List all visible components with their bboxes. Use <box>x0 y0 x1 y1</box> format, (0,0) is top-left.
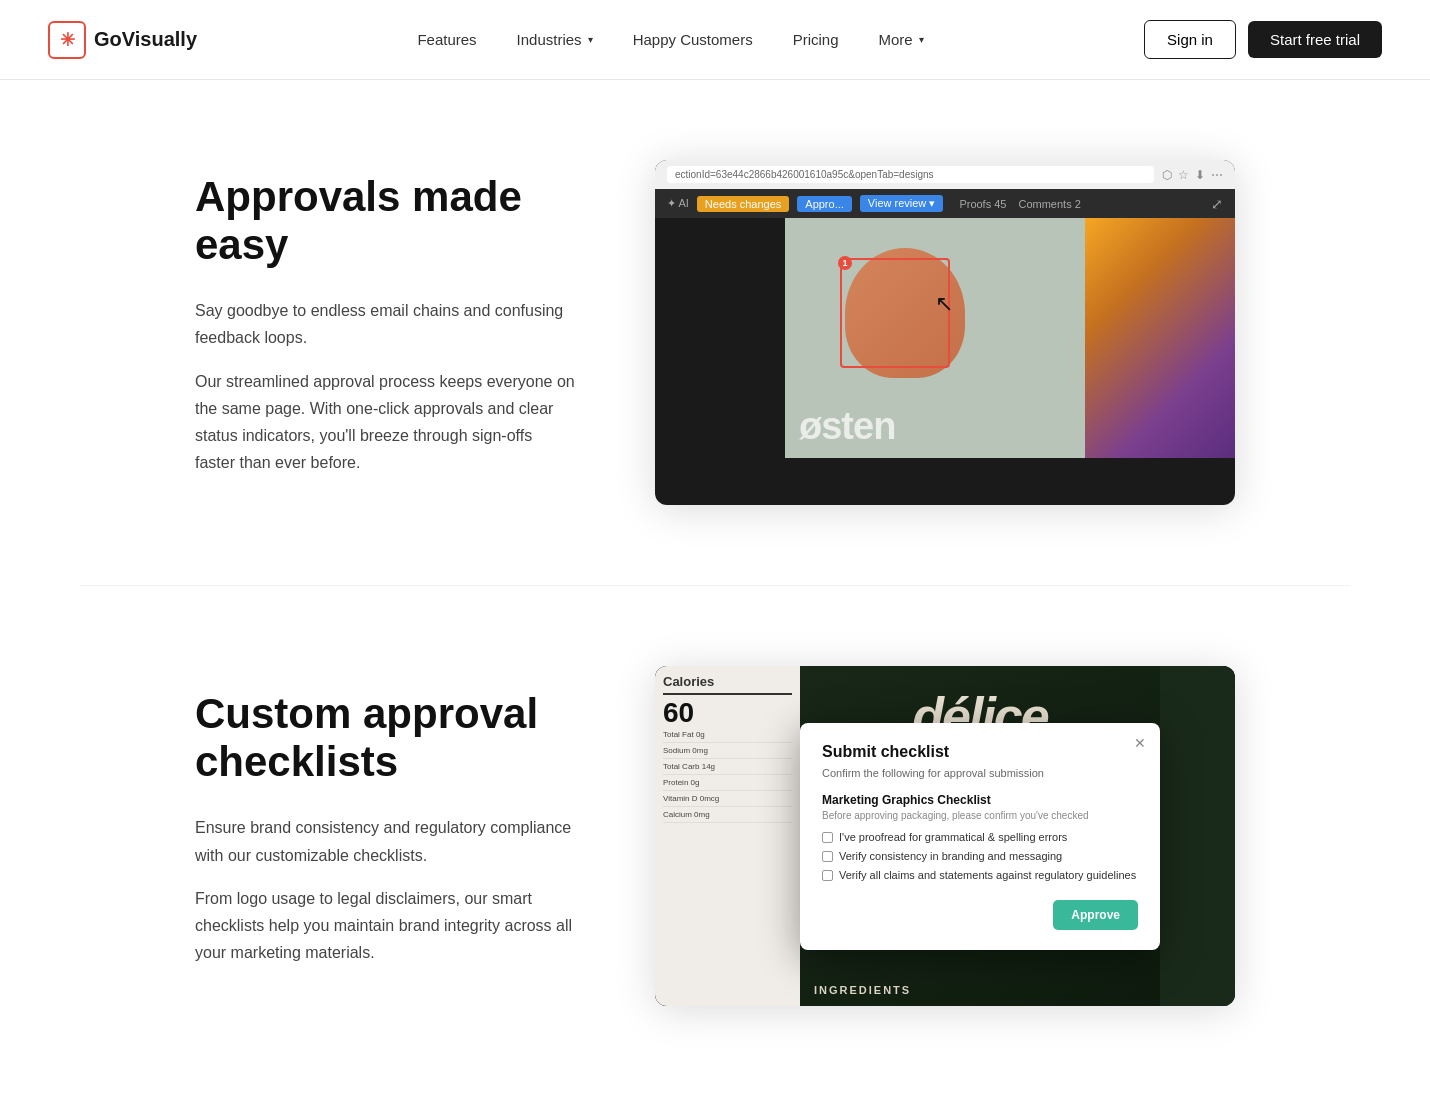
screenshot-checklists: Calories 60 Total Fat 0g Sodium 0mg Tota… <box>655 666 1235 1006</box>
checklist-modal: ✕ Submit checklist Confirm the following… <box>800 723 1160 950</box>
section-checklists: Custom approval checklists Ensure brand … <box>115 586 1315 1086</box>
nutrition-row-2: Sodium 0mg <box>663 743 792 759</box>
checklist-item-1-label: I've proofread for grammatical & spellin… <box>839 831 1067 843</box>
app-tabs-bar: ✦ AI Needs changes Appro... View review … <box>655 189 1235 218</box>
logo[interactable]: ✳ GoVisually <box>48 21 197 59</box>
browser-bar: ectionId=63e44c2866b426001610a95c&openTa… <box>655 160 1235 189</box>
ingredients-label: INGREDIENTS <box>814 984 911 996</box>
checkbox-3[interactable] <box>822 870 833 881</box>
nutrition-row-1: Total Fat 0g <box>663 727 792 743</box>
canvas-area: 1 ↖ østen <box>655 218 1235 458</box>
section-checklists-title: Custom approval checklists <box>195 690 575 787</box>
share-icon[interactable]: ⤢ <box>1211 196 1223 212</box>
star-icon: ☆ <box>1178 168 1189 182</box>
modal-footer: Approve <box>822 888 1138 930</box>
browser-icons: ⬡ ☆ ⬇ ⋯ <box>1162 168 1223 182</box>
approve-button[interactable]: Approve <box>1053 900 1138 930</box>
modal-title: Submit checklist <box>822 743 1138 761</box>
checklist-item-2: Verify consistency in branding and messa… <box>822 850 1138 862</box>
start-trial-button[interactable]: Start free trial <box>1248 21 1382 58</box>
nav-pricing[interactable]: Pricing <box>775 23 857 56</box>
section-checklists-para1: Ensure brand consistency and regulatory … <box>195 814 575 868</box>
signin-button[interactable]: Sign in <box>1144 20 1236 59</box>
nav-features[interactable]: Features <box>399 23 494 56</box>
tab-needs-changes[interactable]: Needs changes <box>697 196 789 212</box>
tab-view-review[interactable]: View review ▾ <box>860 195 944 212</box>
checkbox-1[interactable] <box>822 832 833 843</box>
checkbox-2[interactable] <box>822 851 833 862</box>
tab-ai: ✦ AI <box>667 197 689 210</box>
nutrition-panel: Calories 60 Total Fat 0g Sodium 0mg Tota… <box>655 666 800 1006</box>
nav-links: Features Industries ▾ Happy Customers Pr… <box>399 23 941 56</box>
checklist-instruction: Before approving packaging, please confi… <box>822 810 1138 821</box>
cursor-icon: ↖ <box>935 293 953 315</box>
calories-value: 60 <box>663 699 792 727</box>
checklist-center: délice ✕ Submit checklist Confirm the fo… <box>800 666 1160 1006</box>
section-checklists-para2: From logo usage to legal disclaimers, ou… <box>195 885 575 967</box>
tab-comments: Comments 2 <box>1018 198 1080 210</box>
nutrition-row-3: Total Carb 14g <box>663 759 792 775</box>
section-approvals-text: Approvals made easy Say goodbye to endle… <box>195 173 575 493</box>
screenshot-approvals: ectionId=63e44c2866b426001610a95c&openTa… <box>655 160 1235 505</box>
canvas: 1 ↖ østen <box>785 218 1085 458</box>
selection-box <box>840 258 950 368</box>
nav-actions: Sign in Start free trial <box>1144 20 1382 59</box>
chevron-down-icon: ▾ <box>919 34 924 45</box>
brand-name: GoVisually <box>94 28 197 51</box>
section-checklists-text: Custom approval checklists Ensure brand … <box>195 690 575 983</box>
nutrition-row-4: Protein 0g <box>663 775 792 791</box>
tab-approved[interactable]: Appro... <box>797 196 852 212</box>
modal-subtitle: Confirm the following for approval submi… <box>822 767 1138 779</box>
checklist-item-3-label: Verify all claims and statements against… <box>839 869 1136 881</box>
checklist-item-1: I've proofread for grammatical & spellin… <box>822 831 1138 843</box>
download-icon: ⬇ <box>1195 168 1205 182</box>
nav-happy-customers[interactable]: Happy Customers <box>615 23 771 56</box>
checklist-canvas: Calories 60 Total Fat 0g Sodium 0mg Tota… <box>655 666 1235 1006</box>
checklist-item-3: Verify all claims and statements against… <box>822 869 1138 881</box>
more-icon: ⋯ <box>1211 168 1223 182</box>
sidebar-panel <box>655 218 785 458</box>
text-overlay: østen <box>785 395 1085 458</box>
nutrition-row-6: Calcium 0mg <box>663 807 792 823</box>
gradient-panel <box>1085 218 1235 458</box>
share-icon: ⬡ <box>1162 168 1172 182</box>
logo-icon: ✳ <box>48 21 86 59</box>
checklist-name: Marketing Graphics Checklist <box>822 793 1138 807</box>
url-bar: ectionId=63e44c2866b426001610a95c&openTa… <box>667 166 1154 183</box>
navbar: ✳ GoVisually Features Industries ▾ Happy… <box>0 0 1430 80</box>
tab-proofs: Proofs 45 <box>959 198 1006 210</box>
section-approvals: Approvals made easy Say goodbye to endle… <box>115 80 1315 585</box>
section-approvals-para2: Our streamlined approval process keeps e… <box>195 368 575 477</box>
calories-header: Calories <box>663 674 792 695</box>
nav-industries[interactable]: Industries ▾ <box>499 23 611 56</box>
modal-close-button[interactable]: ✕ <box>1134 735 1146 751</box>
checklist-item-2-label: Verify consistency in branding and messa… <box>839 850 1062 862</box>
right-panel: ☞ <box>1160 666 1235 1006</box>
comment-dot: 1 <box>838 256 852 270</box>
section-approvals-title: Approvals made easy <box>195 173 575 270</box>
section-approvals-para1: Say goodbye to endless email chains and … <box>195 297 575 351</box>
chevron-down-icon: ▾ <box>588 34 593 45</box>
nav-more[interactable]: More ▾ <box>861 23 942 56</box>
ingredients-footer: INGREDIENTS <box>800 984 1115 996</box>
nutrition-row-5: Vitamin D 0mcg <box>663 791 792 807</box>
